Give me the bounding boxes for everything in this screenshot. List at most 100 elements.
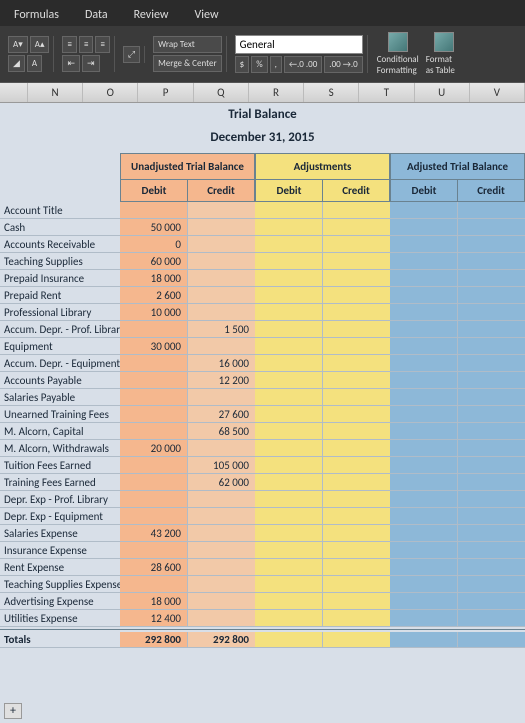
cell-credit[interactable] bbox=[323, 491, 390, 507]
cell-debit[interactable] bbox=[390, 610, 458, 626]
col-header[interactable]: P bbox=[138, 83, 193, 102]
cell-debit[interactable]: 30 000 bbox=[120, 338, 188, 354]
cell-credit[interactable] bbox=[323, 474, 390, 490]
cell-credit[interactable]: 292 800 bbox=[188, 632, 255, 647]
cell-debit[interactable] bbox=[390, 423, 458, 439]
table-row[interactable]: Training Fees Earned62 000 bbox=[0, 474, 525, 491]
decrease-decimal-button[interactable]: .00 →.0 bbox=[324, 56, 362, 73]
cell-credit[interactable] bbox=[188, 338, 255, 354]
cell-credit[interactable] bbox=[323, 610, 390, 626]
align-center-button[interactable]: ≡ bbox=[79, 36, 93, 53]
cell-debit[interactable] bbox=[255, 406, 323, 422]
table-row[interactable]: Advertising Expense18 000 bbox=[0, 593, 525, 610]
table-row[interactable]: Prepaid Rent2 600 bbox=[0, 287, 525, 304]
table-row[interactable]: Salaries Payable bbox=[0, 389, 525, 406]
cell-debit[interactable] bbox=[390, 304, 458, 320]
cell-credit[interactable] bbox=[323, 593, 390, 609]
cell-credit[interactable] bbox=[323, 508, 390, 524]
table-row[interactable]: Unearned Training Fees27 600 bbox=[0, 406, 525, 423]
cell-credit[interactable] bbox=[323, 406, 390, 422]
cell-credit[interactable] bbox=[323, 304, 390, 320]
table-row[interactable]: Accum. Depr. - Equipment16 000 bbox=[0, 355, 525, 372]
table-row[interactable]: Tuition Fees Earned105 000 bbox=[0, 457, 525, 474]
cell-debit[interactable]: 18 000 bbox=[120, 270, 188, 286]
cell-debit[interactable] bbox=[390, 525, 458, 541]
cell-debit[interactable] bbox=[120, 389, 188, 405]
fill-color-button[interactable]: ◢ bbox=[8, 55, 25, 72]
col-header[interactable]: T bbox=[359, 83, 414, 102]
cell-debit[interactable] bbox=[390, 372, 458, 388]
cell-debit[interactable] bbox=[255, 219, 323, 235]
cell-credit[interactable] bbox=[323, 338, 390, 354]
cell-debit[interactable] bbox=[120, 457, 188, 473]
cell-credit[interactable] bbox=[188, 593, 255, 609]
table-row[interactable]: Accounts Receivable0 bbox=[0, 236, 525, 253]
tab-review[interactable]: Review bbox=[130, 4, 173, 26]
col-header[interactable]: Q bbox=[194, 83, 249, 102]
cell-credit[interactable] bbox=[458, 576, 525, 592]
cell-debit[interactable] bbox=[390, 508, 458, 524]
cell-credit[interactable] bbox=[188, 202, 255, 218]
cell-credit[interactable] bbox=[458, 202, 525, 218]
cell-credit[interactable] bbox=[188, 287, 255, 303]
cell-debit[interactable] bbox=[255, 389, 323, 405]
cell-credit[interactable] bbox=[323, 219, 390, 235]
cell-credit[interactable] bbox=[458, 372, 525, 388]
cell-debit[interactable]: 2 600 bbox=[120, 287, 188, 303]
table-row[interactable]: Accounts Payable12 200 bbox=[0, 372, 525, 389]
table-row[interactable]: Salaries Expense43 200 bbox=[0, 525, 525, 542]
cell-credit[interactable] bbox=[458, 593, 525, 609]
cell-debit[interactable] bbox=[255, 372, 323, 388]
table-row[interactable]: Account Title bbox=[0, 202, 525, 219]
table-row[interactable]: Depr. Exp - Prof. Library bbox=[0, 491, 525, 508]
cell-debit[interactable] bbox=[255, 593, 323, 609]
cell-credit[interactable]: 27 600 bbox=[188, 406, 255, 422]
font-color-button[interactable]: A bbox=[27, 55, 42, 72]
cell-debit[interactable] bbox=[390, 321, 458, 337]
cell-credit[interactable] bbox=[188, 304, 255, 320]
cell-credit[interactable] bbox=[458, 287, 525, 303]
tab-view[interactable]: View bbox=[190, 4, 222, 26]
cell-credit[interactable] bbox=[458, 508, 525, 524]
cell-debit[interactable] bbox=[120, 576, 188, 592]
cell-debit[interactable] bbox=[255, 338, 323, 354]
cell-credit[interactable] bbox=[323, 389, 390, 405]
table-row[interactable]: Accum. Depr. - Prof. Library1 500 bbox=[0, 321, 525, 338]
cell-debit[interactable] bbox=[255, 440, 323, 456]
cell-debit[interactable] bbox=[255, 508, 323, 524]
cell-credit[interactable] bbox=[323, 253, 390, 269]
cell-debit[interactable]: 10 000 bbox=[120, 304, 188, 320]
col-header[interactable]: O bbox=[83, 83, 138, 102]
cell-credit[interactable] bbox=[188, 610, 255, 626]
cell-credit[interactable] bbox=[458, 338, 525, 354]
col-header[interactable]: S bbox=[304, 83, 359, 102]
table-row[interactable]: Totals292 800292 800 bbox=[0, 629, 525, 648]
cell-debit[interactable] bbox=[255, 632, 323, 647]
cell-credit[interactable] bbox=[458, 491, 525, 507]
font-increase-button[interactable]: A▴ bbox=[30, 36, 50, 53]
cell-debit[interactable]: 12 400 bbox=[120, 610, 188, 626]
cell-debit[interactable] bbox=[390, 338, 458, 354]
cell-credit[interactable] bbox=[458, 389, 525, 405]
cell-debit[interactable] bbox=[390, 593, 458, 609]
cell-debit[interactable] bbox=[255, 610, 323, 626]
cell-credit[interactable] bbox=[323, 287, 390, 303]
cell-credit[interactable] bbox=[323, 542, 390, 558]
cell-debit[interactable] bbox=[255, 423, 323, 439]
percent-button[interactable]: % bbox=[251, 56, 267, 73]
cell-debit[interactable] bbox=[390, 287, 458, 303]
cell-credit[interactable]: 105 000 bbox=[188, 457, 255, 473]
table-row[interactable]: Teaching Supplies60 000 bbox=[0, 253, 525, 270]
cell-credit[interactable] bbox=[323, 372, 390, 388]
table-row[interactable]: Depr. Exp - Equipment bbox=[0, 508, 525, 525]
cell-debit[interactable]: 50 000 bbox=[120, 219, 188, 235]
orientation-button[interactable]: ⤢ bbox=[123, 46, 140, 63]
cell-debit[interactable] bbox=[255, 321, 323, 337]
cell-credit[interactable] bbox=[458, 304, 525, 320]
cell-credit[interactable] bbox=[323, 270, 390, 286]
font-decrease-button[interactable]: A▾ bbox=[8, 36, 28, 53]
select-all-cell[interactable] bbox=[0, 83, 28, 102]
cell-credit[interactable] bbox=[323, 457, 390, 473]
cell-credit[interactable] bbox=[188, 542, 255, 558]
cell-credit[interactable] bbox=[458, 355, 525, 371]
